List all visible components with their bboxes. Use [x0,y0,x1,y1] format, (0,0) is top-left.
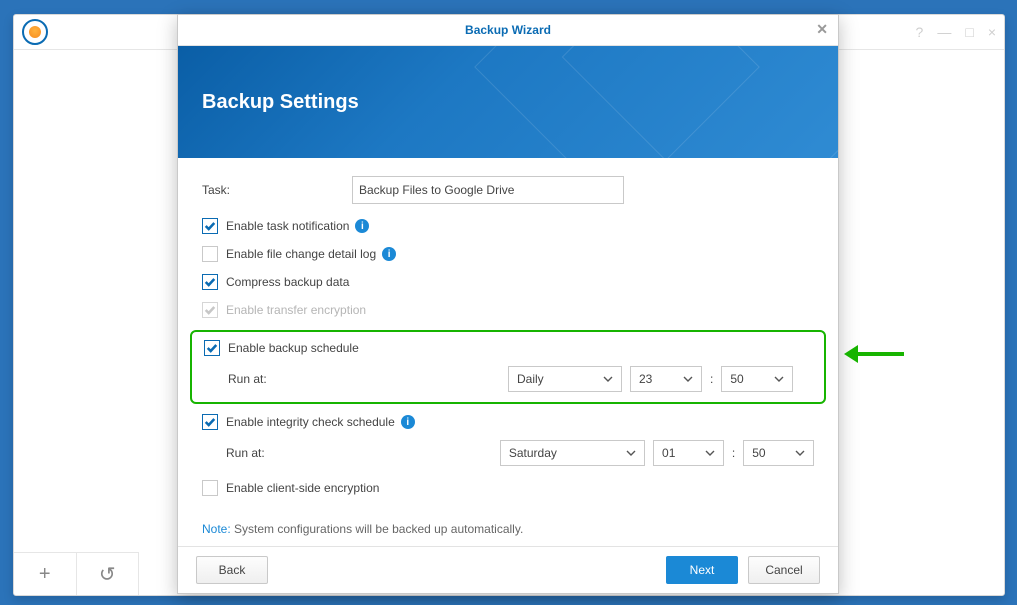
integrity-minute-value: 50 [752,446,765,460]
compress-label: Compress backup data [226,275,349,289]
note-prefix: Note: [202,522,231,536]
schedule-hour-value: 23 [639,372,652,386]
history-button[interactable]: ↺ [77,553,139,595]
chevron-down-icon [795,450,805,456]
integrity-hour-select[interactable]: 01 [653,440,724,466]
note-text: Note: System configurations will be back… [202,522,814,536]
enable-notification-checkbox[interactable] [202,218,218,234]
enable-integrity-label: Enable integrity check schedule [226,415,395,429]
enable-filelog-checkbox[interactable] [202,246,218,262]
enable-schedule-checkbox[interactable] [204,340,220,356]
modal-close-icon[interactable]: ✕ [816,21,828,38]
chevron-down-icon [774,376,784,382]
integrity-day-value: Saturday [509,446,557,460]
schedule-minute-select[interactable]: 50 [721,366,793,392]
chevron-down-icon [626,450,636,456]
annotation-arrow [844,345,904,363]
integrity-runat-label: Run at: [226,446,500,460]
schedule-highlight-box: Enable backup schedule Run at: Daily 23 … [190,330,826,404]
cancel-button-label: Cancel [765,563,802,577]
add-button[interactable]: + [14,553,77,595]
info-icon[interactable]: i [355,219,369,233]
schedule-frequency-select[interactable]: Daily [508,366,622,392]
enable-integrity-checkbox[interactable] [202,414,218,430]
app-logo [22,19,48,45]
client-encryption-checkbox[interactable] [202,480,218,496]
time-separator: : [710,372,713,386]
back-button[interactable]: Back [196,556,268,584]
schedule-runat-label: Run at: [228,372,508,386]
help-icon[interactable]: ? [916,24,924,40]
next-button[interactable]: Next [666,556,738,584]
close-icon[interactable]: × [988,24,996,40]
history-icon: ↺ [99,562,116,587]
chevron-down-icon [603,376,613,382]
enable-filelog-label: Enable file change detail log [226,247,376,261]
info-icon[interactable]: i [382,247,396,261]
integrity-hour-value: 01 [662,446,675,460]
client-encryption-label: Enable client-side encryption [226,481,379,495]
transfer-encryption-checkbox [202,302,218,318]
cancel-button[interactable]: Cancel [748,556,820,584]
task-name-input[interactable] [352,176,624,204]
schedule-minute-value: 50 [730,372,743,386]
plus-icon: + [39,563,51,586]
chevron-down-icon [683,376,693,382]
app-toolbar: + ↺ [14,552,139,595]
schedule-frequency-value: Daily [517,372,544,386]
modal-title: Backup Wizard [465,23,551,37]
integrity-minute-select[interactable]: 50 [743,440,814,466]
enable-notification-label: Enable task notification [226,219,349,233]
modal-banner: Backup Settings [178,46,838,158]
minimize-icon[interactable]: — [937,24,951,40]
schedule-hour-select[interactable]: 23 [630,366,702,392]
info-icon[interactable]: i [401,415,415,429]
next-button-label: Next [690,563,715,577]
note-body: System configurations will be backed up … [231,522,524,536]
modal-footer: Back Next Cancel [178,546,838,593]
compress-checkbox[interactable] [202,274,218,290]
integrity-day-select[interactable]: Saturday [500,440,645,466]
enable-schedule-label: Enable backup schedule [228,341,359,355]
time-separator: : [732,446,735,460]
chevron-down-icon [705,450,715,456]
modal-titlebar: Backup Wizard ✕ [178,15,838,46]
back-button-label: Back [219,563,246,577]
transfer-encryption-label: Enable transfer encryption [226,303,366,317]
task-label: Task: [202,183,352,197]
maximize-icon[interactable]: □ [965,24,973,40]
banner-title: Backup Settings [202,91,359,114]
backup-wizard-modal: Backup Wizard ✕ Backup Settings Task: En… [177,14,839,594]
